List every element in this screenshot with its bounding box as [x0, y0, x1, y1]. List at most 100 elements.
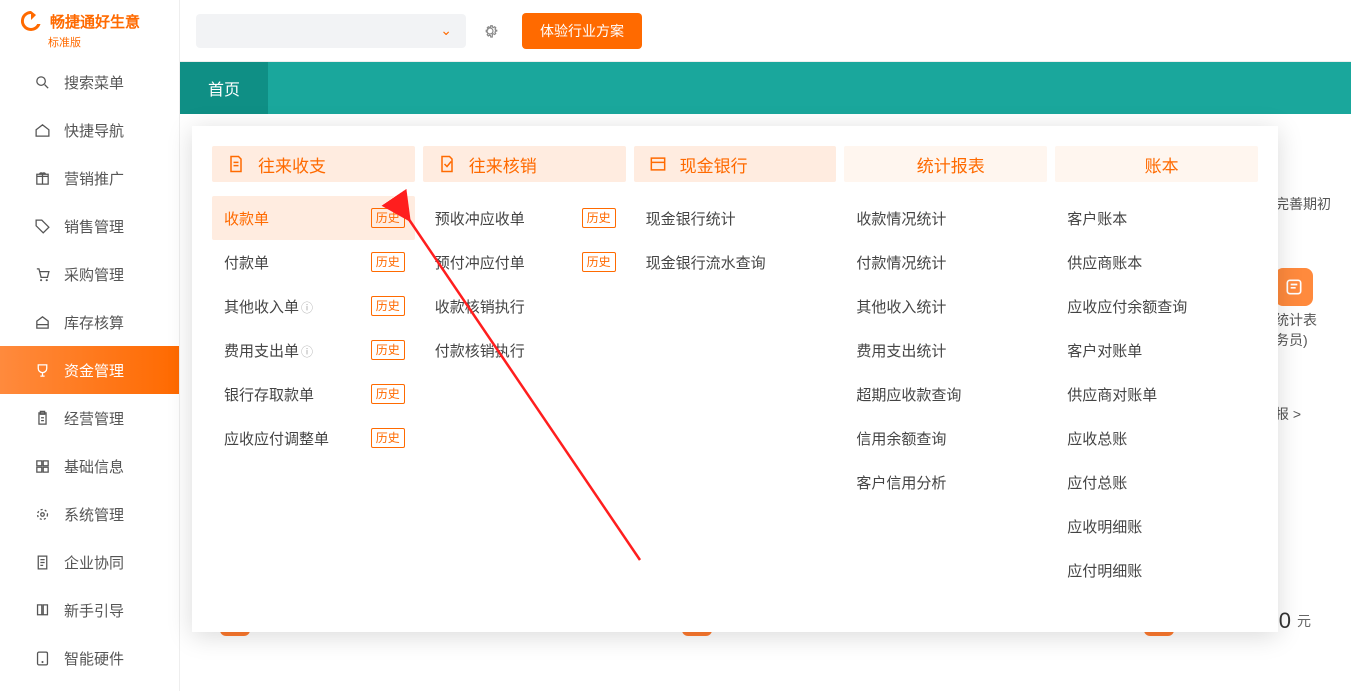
- mcol1-row-1[interactable]: 付款单 历史: [212, 240, 415, 284]
- sidebar-item-5[interactable]: 库存核算: [0, 298, 179, 346]
- mega-col-income-expense: 往来收支 收款单历史付款单历史其他收入单ⓘ历史费用支出单ⓘ历史银行存取款单历史应…: [212, 146, 415, 592]
- mcol4-link-2[interactable]: 其他收入统计: [844, 284, 1047, 328]
- mega-item-label: 费用支出单ⓘ: [224, 340, 313, 361]
- sidebar-item-0[interactable]: 搜索菜单: [0, 58, 179, 106]
- brand-logo-icon: [18, 8, 44, 34]
- mcol5-link-7[interactable]: 应收明细账: [1055, 504, 1258, 548]
- clipboard-icon: [32, 408, 52, 428]
- mega-item-label: 预付冲应付单: [435, 252, 525, 273]
- settings-icon[interactable]: [476, 17, 504, 45]
- house-icon: [32, 312, 52, 332]
- bg-right-text-4: 报 >: [1275, 404, 1301, 424]
- cart-icon: [32, 264, 52, 284]
- history-tag[interactable]: 历史: [371, 208, 405, 228]
- mega-head-cash-bank: 现金银行: [634, 146, 837, 182]
- mcol5-link-0[interactable]: 客户账本: [1055, 196, 1258, 240]
- mcol1-row-3[interactable]: 费用支出单ⓘ 历史: [212, 328, 415, 372]
- sidebar-item-label: 基础信息: [64, 456, 124, 477]
- tag-icon: [32, 216, 52, 236]
- sidebar-item-label: 销售管理: [64, 216, 124, 237]
- mcol5-link-1[interactable]: 供应商账本: [1055, 240, 1258, 284]
- mcol5-link-4[interactable]: 供应商对账单: [1055, 372, 1258, 416]
- sidebar-item-2[interactable]: 营销推广: [0, 154, 179, 202]
- mega-col-ledger: 账本 客户账本供应商账本应收应付余额查询客户对账单供应商对账单应收总账应付总账应…: [1055, 146, 1258, 592]
- tab-bar: 首页: [180, 62, 1351, 114]
- history-tag[interactable]: 历史: [582, 208, 616, 228]
- gear-icon: [32, 504, 52, 524]
- mega-item-label: 付款单: [224, 252, 269, 273]
- bg-right-text-1: 完善期初: [1275, 194, 1331, 214]
- mcol1-row-4[interactable]: 银行存取款单 历史: [212, 372, 415, 416]
- history-tag[interactable]: 历史: [371, 384, 405, 404]
- try-industry-button[interactable]: 体验行业方案: [522, 13, 642, 49]
- bg-right-text-3: 务员): [1275, 332, 1308, 348]
- sidebar-item-4[interactable]: 采购管理: [0, 250, 179, 298]
- sidebar-item-label: 资金管理: [64, 360, 124, 381]
- mcol2-row-2[interactable]: 收款核销执行: [423, 284, 626, 328]
- brand-block: 畅捷通好生意: [0, 0, 179, 36]
- sidebar-item-label: 智能硬件: [64, 648, 124, 669]
- device-icon: [32, 648, 52, 668]
- history-tag[interactable]: 历史: [371, 296, 405, 316]
- mcol5-link-2[interactable]: 应收应付余额查询: [1055, 284, 1258, 328]
- mcol1-row-5[interactable]: 应收应付调整单历史: [212, 416, 415, 460]
- history-tag[interactable]: 历史: [371, 428, 405, 448]
- mcol4-link-4[interactable]: 超期应收款查询: [844, 372, 1047, 416]
- history-tag[interactable]: 历史: [582, 252, 616, 272]
- mcol5-link-8[interactable]: 应付明细账: [1055, 548, 1258, 592]
- mega-item-label: 付款核销执行: [435, 340, 525, 361]
- mcol4-link-6[interactable]: 客户信用分析: [844, 460, 1047, 504]
- mcol3-link-0[interactable]: 现金银行统计: [634, 196, 837, 240]
- mcol4-link-0[interactable]: 收款情况统计: [844, 196, 1047, 240]
- sidebar-item-label: 库存核算: [64, 312, 124, 333]
- sidebar-item-label: 快捷导航: [64, 120, 124, 141]
- mega-head-writeoff: 往来核销: [423, 146, 626, 182]
- doc-icon: [222, 150, 250, 178]
- tab-home[interactable]: 首页: [180, 62, 268, 114]
- mega-head-reports: 统计报表: [844, 146, 1047, 182]
- mcol4-link-1[interactable]: 付款情况统计: [844, 240, 1047, 284]
- mega-col-writeoff: 往来核销 预收冲应收单历史预付冲应付单 历史收款核销执行付款核销执行: [423, 146, 626, 592]
- mcol2-row-0[interactable]: 预收冲应收单历史: [423, 196, 626, 240]
- mcol5-link-5[interactable]: 应收总账: [1055, 416, 1258, 460]
- sidebar-item-11[interactable]: 新手引导: [0, 586, 179, 634]
- sidebar-item-8[interactable]: 基础信息: [0, 442, 179, 490]
- mcol3-link-1[interactable]: 现金银行流水查询: [634, 240, 837, 284]
- sidebar-item-3[interactable]: 销售管理: [0, 202, 179, 250]
- history-tag[interactable]: 历史: [371, 340, 405, 360]
- sidebar-item-label: 新手引导: [64, 600, 124, 621]
- note-icon: [32, 552, 52, 572]
- history-tag[interactable]: 历史: [371, 252, 405, 272]
- doc-icon: [433, 150, 461, 178]
- search-icon: [32, 72, 52, 92]
- sidebar-item-label: 搜索菜单: [64, 72, 124, 93]
- sidebar-item-12[interactable]: 智能硬件: [0, 634, 179, 682]
- mcol5-link-3[interactable]: 客户对账单: [1055, 328, 1258, 372]
- home-icon: [32, 120, 52, 140]
- mcol2-row-3[interactable]: 付款核销执行: [423, 328, 626, 372]
- money-icon: [32, 360, 52, 380]
- sidebar-item-label: 营销推广: [64, 168, 124, 189]
- mega-item-label: 银行存取款单: [224, 384, 314, 405]
- sidebar-item-9[interactable]: 系统管理: [0, 490, 179, 538]
- mega-col-reports: 统计报表 收款情况统计付款情况统计其他收入统计费用支出统计超期应收款查询信用余额…: [844, 146, 1047, 592]
- mega-col-cash-bank: 现金银行 现金银行统计现金银行流水查询: [634, 146, 837, 592]
- mcol1-row-0[interactable]: 收款单历史: [212, 196, 415, 240]
- sidebar-item-7[interactable]: 经营管理: [0, 394, 179, 442]
- org-selector[interactable]: ⌄: [196, 14, 466, 48]
- mega-head-income-expense: 往来收支: [212, 146, 415, 182]
- mega-item-label: 其他收入单ⓘ: [224, 296, 313, 317]
- sidebar-item-1[interactable]: 快捷导航: [0, 106, 179, 154]
- mcol2-row-1[interactable]: 预付冲应付单 历史: [423, 240, 626, 284]
- sidebar-item-6[interactable]: 资金管理: [0, 346, 179, 394]
- mcol4-link-3[interactable]: 费用支出统计: [844, 328, 1047, 372]
- sidebar-item-label: 经营管理: [64, 408, 124, 429]
- brand-subtitle: 标准版: [0, 34, 179, 58]
- mcol1-row-2[interactable]: 其他收入单ⓘ 历史: [212, 284, 415, 328]
- sidebar-item-label: 采购管理: [64, 264, 124, 285]
- mcol5-link-6[interactable]: 应付总账: [1055, 460, 1258, 504]
- bg-right-card-icon: [1275, 268, 1313, 306]
- sidebar-item-label: 系统管理: [64, 504, 124, 525]
- mcol4-link-5[interactable]: 信用余额查询: [844, 416, 1047, 460]
- sidebar-item-10[interactable]: 企业协同: [0, 538, 179, 586]
